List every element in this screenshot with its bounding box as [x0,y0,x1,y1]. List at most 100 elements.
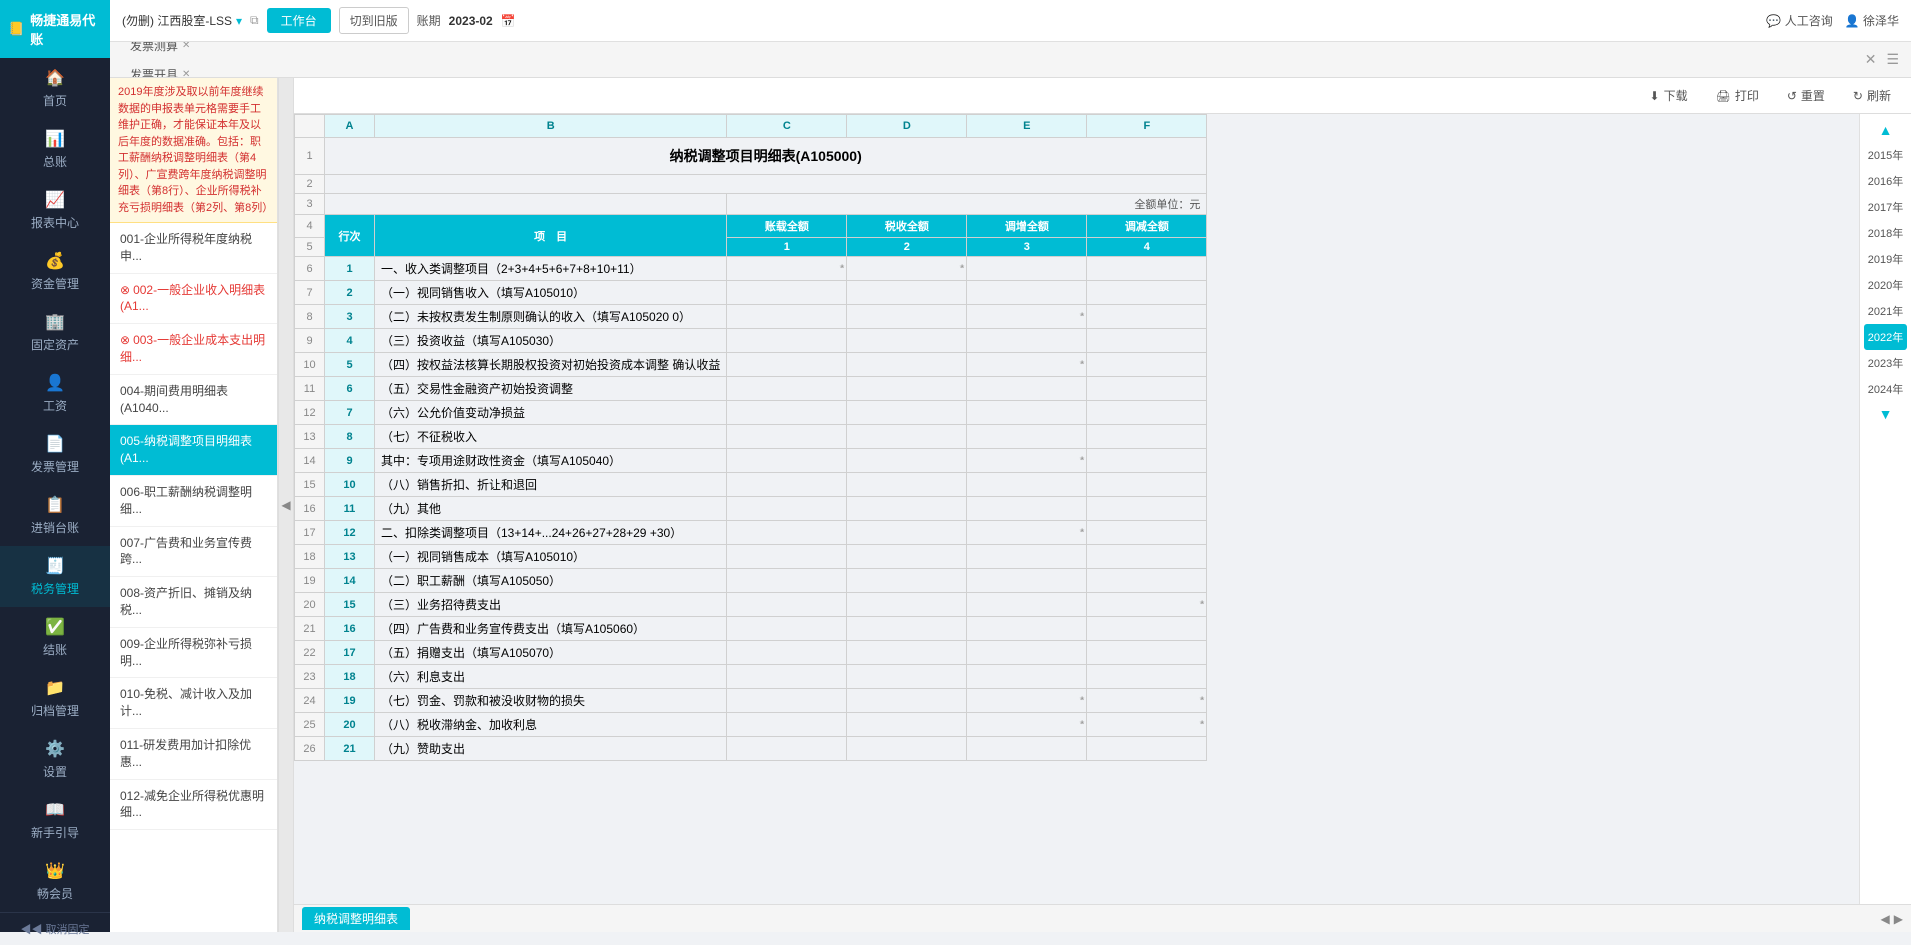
c1-9[interactable] [727,473,847,497]
c4-20[interactable] [1087,737,1207,761]
c3-1[interactable] [967,281,1087,305]
year-item-1[interactable]: 2016年 [1864,168,1907,194]
c3-8[interactable]: * [967,449,1087,473]
year-item-4[interactable]: 2019年 [1864,246,1907,272]
item-15[interactable]: （四）广告费和业务宣传费支出（填写A105060） [375,617,727,641]
switch-button[interactable]: 切到旧版 [339,7,409,34]
c1-16[interactable] [727,641,847,665]
c2-3[interactable] [847,329,967,353]
c1-7[interactable] [727,425,847,449]
item-6[interactable]: （六）公允价值变动净损益 [375,401,727,425]
hang-19[interactable]: 20 [325,713,375,737]
c3-7[interactable] [967,425,1087,449]
c2-15[interactable] [847,617,967,641]
item-9[interactable]: （八）销售折扣、折让和退回 [375,473,727,497]
sidebar-item-8[interactable]: 🧾税务管理 [0,546,110,607]
c1-0[interactable]: * [727,257,847,281]
c2-19[interactable] [847,713,967,737]
c3-6[interactable] [967,401,1087,425]
tab-close-5[interactable]: ✕ [182,69,190,79]
sidebar-item-13[interactable]: 👑畅会员 [0,851,110,912]
c3-3[interactable] [967,329,1087,353]
left-menu-item-0[interactable]: 001-企业所得税年度纳税申... [110,223,277,274]
item-2[interactable]: （二）未按权责发生制原则确认的收入（填写A105020 0） [375,305,727,329]
item-0[interactable]: 一、收入类调整项目（2+3+4+5+6+7+8+10+11） [375,257,727,281]
hang-3[interactable]: 4 [325,329,375,353]
workspace-button[interactable]: 工作台 [267,8,331,33]
c3-13[interactable] [967,569,1087,593]
c4-2[interactable] [1087,305,1207,329]
c4-10[interactable] [1087,497,1207,521]
c2-0[interactable]: * [847,257,967,281]
year-down-arrow[interactable]: ▼ [1875,402,1897,426]
c4-11[interactable] [1087,521,1207,545]
reset-button[interactable]: ↺ 重置 [1779,84,1833,107]
year-item-5[interactable]: 2020年 [1864,272,1907,298]
c4-17[interactable] [1087,665,1207,689]
c1-15[interactable] [727,617,847,641]
hang-2[interactable]: 3 [325,305,375,329]
hang-11[interactable]: 12 [325,521,375,545]
refresh-button[interactable]: ↻ 刷新 [1845,84,1899,107]
c2-11[interactable] [847,521,967,545]
c1-1[interactable] [727,281,847,305]
hang-4[interactable]: 5 [325,353,375,377]
sidebar-item-7[interactable]: 📋进销台账 [0,485,110,546]
hang-6[interactable]: 7 [325,401,375,425]
c1-11[interactable] [727,521,847,545]
year-item-9[interactable]: 2024年 [1864,376,1907,402]
sheet-container[interactable]: A B C D E F 1 纳税调整项目明细表(A105000)23 全额单位：… [294,114,1859,904]
c1-20[interactable] [727,737,847,761]
item-20[interactable]: （九）赞助支出 [375,737,727,761]
c1-8[interactable] [727,449,847,473]
hang-5[interactable]: 6 [325,377,375,401]
tab-item-4[interactable]: 发票测算✕ [118,42,238,60]
c2-12[interactable] [847,545,967,569]
c3-2[interactable]: * [967,305,1087,329]
c3-15[interactable] [967,617,1087,641]
left-menu-item-6[interactable]: 007-广告费和业务宣传费跨... [110,527,277,578]
c2-18[interactable] [847,689,967,713]
sidebar-item-2[interactable]: 📈报表中心 [0,180,110,241]
item-3[interactable]: （三）投资收益（填写A105030） [375,329,727,353]
year-item-3[interactable]: 2018年 [1864,220,1907,246]
item-11[interactable]: 二、扣除类调整项目（13+14+...24+26+27+28+29 +30） [375,521,727,545]
sidebar-item-0[interactable]: 🏠首页 [0,58,110,119]
left-menu-item-8[interactable]: 009-企业所得税弥补亏损明... [110,628,277,679]
c3-4[interactable]: * [967,353,1087,377]
hang-7[interactable]: 8 [325,425,375,449]
year-item-7[interactable]: 2022年 [1864,324,1907,350]
c1-6[interactable] [727,401,847,425]
hang-8[interactable]: 9 [325,449,375,473]
left-menu-item-4[interactable]: 005-纳税调整项目明细表(A1... [110,425,277,476]
sidebar-item-10[interactable]: 📁归档管理 [0,668,110,729]
c1-19[interactable] [727,713,847,737]
item-4[interactable]: （四）按权益法核算长期股权投资对初始投资成本调整 确认收益 [375,353,727,377]
year-up-arrow[interactable]: ▲ [1875,118,1897,142]
c3-11[interactable]: * [967,521,1087,545]
c2-17[interactable] [847,665,967,689]
c4-16[interactable] [1087,641,1207,665]
hang-10[interactable]: 11 [325,497,375,521]
c3-12[interactable] [967,545,1087,569]
hang-1[interactable]: 2 [325,281,375,305]
c4-13[interactable] [1087,569,1207,593]
c2-7[interactable] [847,425,967,449]
c4-3[interactable] [1087,329,1207,353]
c3-9[interactable] [967,473,1087,497]
item-14[interactable]: （三）业务招待费支出 [375,593,727,617]
item-13[interactable]: （二）职工薪酬（填写A105050） [375,569,727,593]
item-1[interactable]: （一）视同销售收入（填写A105010） [375,281,727,305]
c4-7[interactable] [1087,425,1207,449]
c1-4[interactable] [727,353,847,377]
c2-9[interactable] [847,473,967,497]
left-menu-item-1[interactable]: ⊗002-一般企业收入明细表(A1... [110,274,277,325]
year-item-8[interactable]: 2023年 [1864,350,1907,376]
left-menu-item-7[interactable]: 008-资产折旧、摊销及纳税... [110,577,277,628]
c1-2[interactable] [727,305,847,329]
sidebar-item-11[interactable]: ⚙️设置 [0,729,110,790]
left-menu-item-11[interactable]: 012-减免企业所得税优惠明细... [110,780,277,831]
c2-2[interactable] [847,305,967,329]
c3-10[interactable] [967,497,1087,521]
item-10[interactable]: （九）其他 [375,497,727,521]
